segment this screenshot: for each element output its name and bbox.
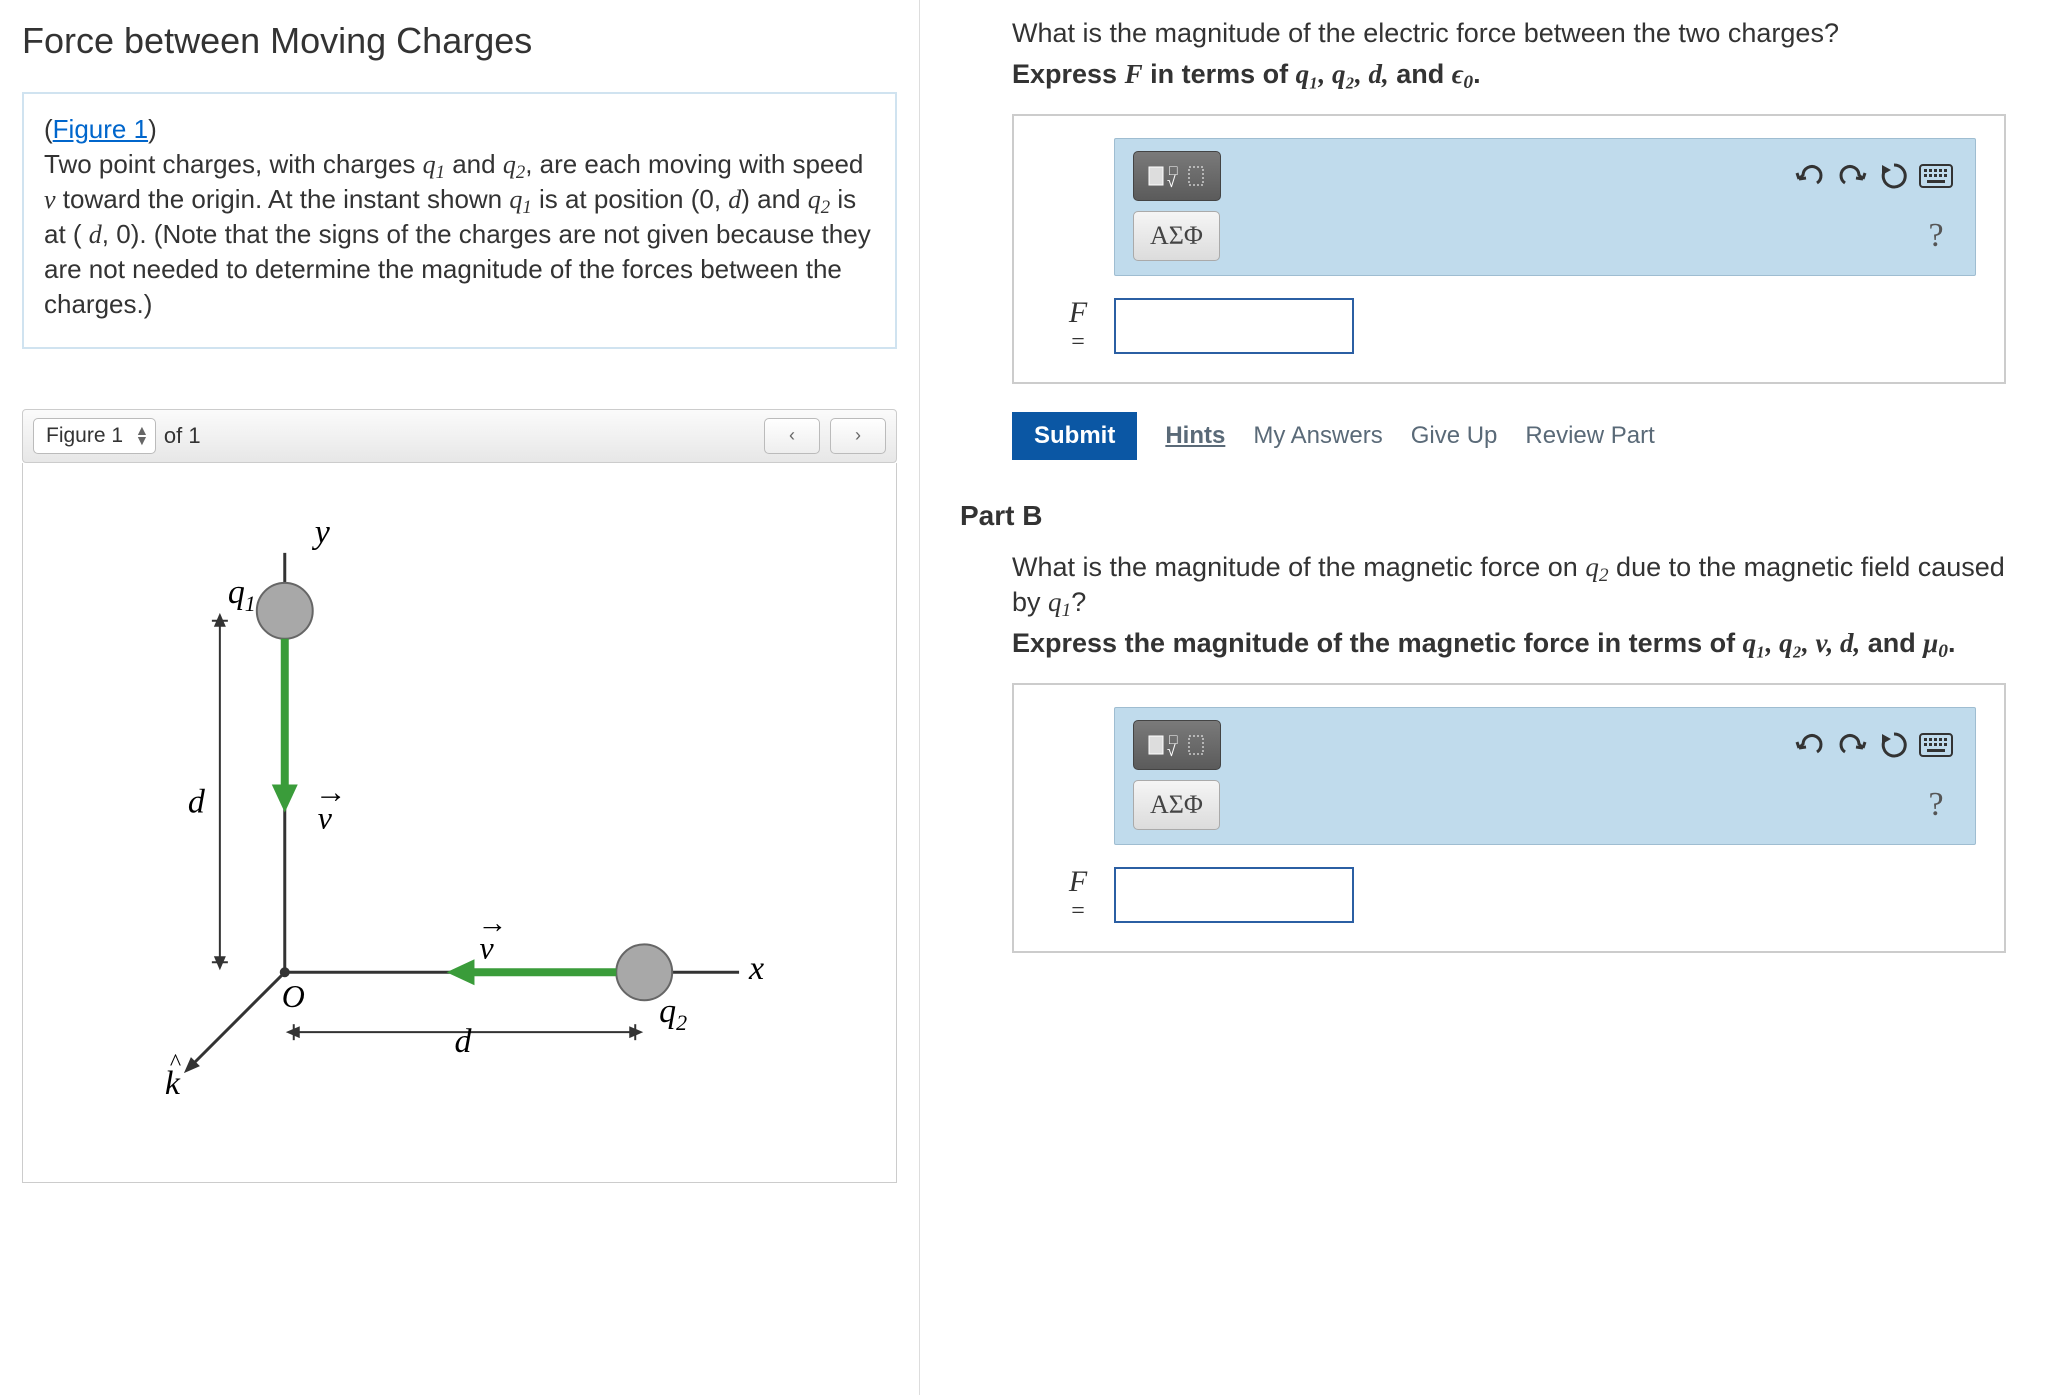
keyboard-icon [1919, 164, 1953, 188]
toolbar-help-button[interactable]: ? [1915, 217, 1957, 255]
part-b-heading: Part B [960, 500, 2006, 532]
my-answers-link[interactable]: My Answers [1253, 422, 1382, 450]
figure-next-button[interactable]: › [830, 418, 886, 454]
figure-header: Figure 1 ▲▼ of 1 ‹ › [22, 409, 897, 463]
redo-icon [1837, 163, 1867, 189]
reset-icon [1879, 161, 1909, 191]
answer-input-a[interactable] [1114, 298, 1354, 354]
answer-lhs-b: F = [1042, 867, 1114, 923]
answer-box-a: □ √ [1012, 114, 2006, 384]
svg-text:x: x [748, 950, 764, 987]
undo-button-b[interactable] [1789, 724, 1831, 766]
answer-box-b: □ √ [1012, 683, 2006, 953]
keyboard-button[interactable] [1915, 155, 1957, 197]
submit-button[interactable]: Submit [1012, 412, 1137, 460]
figure-prev-button[interactable]: ‹ [764, 418, 820, 454]
redo-button[interactable] [1831, 155, 1873, 197]
equation-toolbar-b: □ √ [1114, 707, 1976, 845]
problem-statement: (Figure 1) Two point charges, with charg… [22, 92, 897, 349]
answer-input-b[interactable] [1114, 867, 1354, 923]
figure-panel: y x O ^ k q1 → v d [22, 463, 897, 1183]
reset-button-b[interactable] [1873, 724, 1915, 766]
svg-text:O: O [282, 979, 305, 1014]
svg-text:v: v [318, 800, 333, 835]
svg-text:q2: q2 [659, 993, 687, 1035]
figure-selector[interactable]: Figure 1 ▲▼ [33, 418, 156, 454]
part-b-prompt: What is the magnitude of the magnetic fo… [1012, 550, 2006, 620]
review-part-link[interactable]: Review Part [1525, 422, 1654, 450]
part-a-prompt: What is the magnitude of the electric fo… [1012, 16, 2006, 51]
undo-button[interactable] [1789, 155, 1831, 197]
keyboard-button-b[interactable] [1915, 724, 1957, 766]
keyboard-icon [1919, 733, 1953, 757]
action-row-a: Submit Hints My Answers Give Up Review P… [1012, 412, 2006, 460]
redo-button-b[interactable] [1831, 724, 1873, 766]
svg-text:v: v [479, 930, 494, 965]
give-up-link[interactable]: Give Up [1411, 422, 1498, 450]
answer-lhs: F = [1042, 298, 1114, 354]
template-icon: □ √ [1147, 730, 1207, 760]
stepper-icon: ▲▼ [135, 426, 149, 446]
figure-link[interactable]: Figure 1 [53, 114, 148, 144]
figure-count: of 1 [164, 423, 201, 449]
templates-button-b[interactable]: □ √ [1133, 720, 1221, 770]
reset-icon [1879, 730, 1909, 760]
svg-text:√: √ [1167, 743, 1176, 760]
greek-button-b[interactable]: ΑΣΦ [1133, 780, 1220, 830]
part-b-express: Express the magnitude of the magnetic fo… [1012, 628, 2006, 659]
redo-icon [1837, 732, 1867, 758]
reset-button[interactable] [1873, 155, 1915, 197]
svg-text:d: d [188, 783, 206, 820]
figure-diagram: y x O ^ k q1 → v d [43, 493, 876, 1152]
undo-icon [1795, 163, 1825, 189]
svg-text:q1: q1 [228, 573, 256, 615]
template-icon: □ √ [1147, 161, 1207, 191]
part-a-express: Express F in terms of q₁, q₂, d, and ϵ0. [1012, 59, 2006, 90]
svg-text:y: y [312, 513, 331, 550]
greek-button[interactable]: ΑΣΦ [1133, 211, 1220, 261]
toolbar-help-button-b[interactable]: ? [1915, 786, 1957, 824]
hints-link[interactable]: Hints [1165, 422, 1225, 450]
svg-text:√: √ [1167, 174, 1176, 191]
templates-button[interactable]: □ √ [1133, 151, 1221, 201]
svg-text:d: d [455, 1023, 473, 1060]
undo-icon [1795, 732, 1825, 758]
svg-text:k: k [165, 1065, 181, 1102]
page-title: Force between Moving Charges [22, 20, 897, 62]
equation-toolbar: □ √ [1114, 138, 1976, 276]
